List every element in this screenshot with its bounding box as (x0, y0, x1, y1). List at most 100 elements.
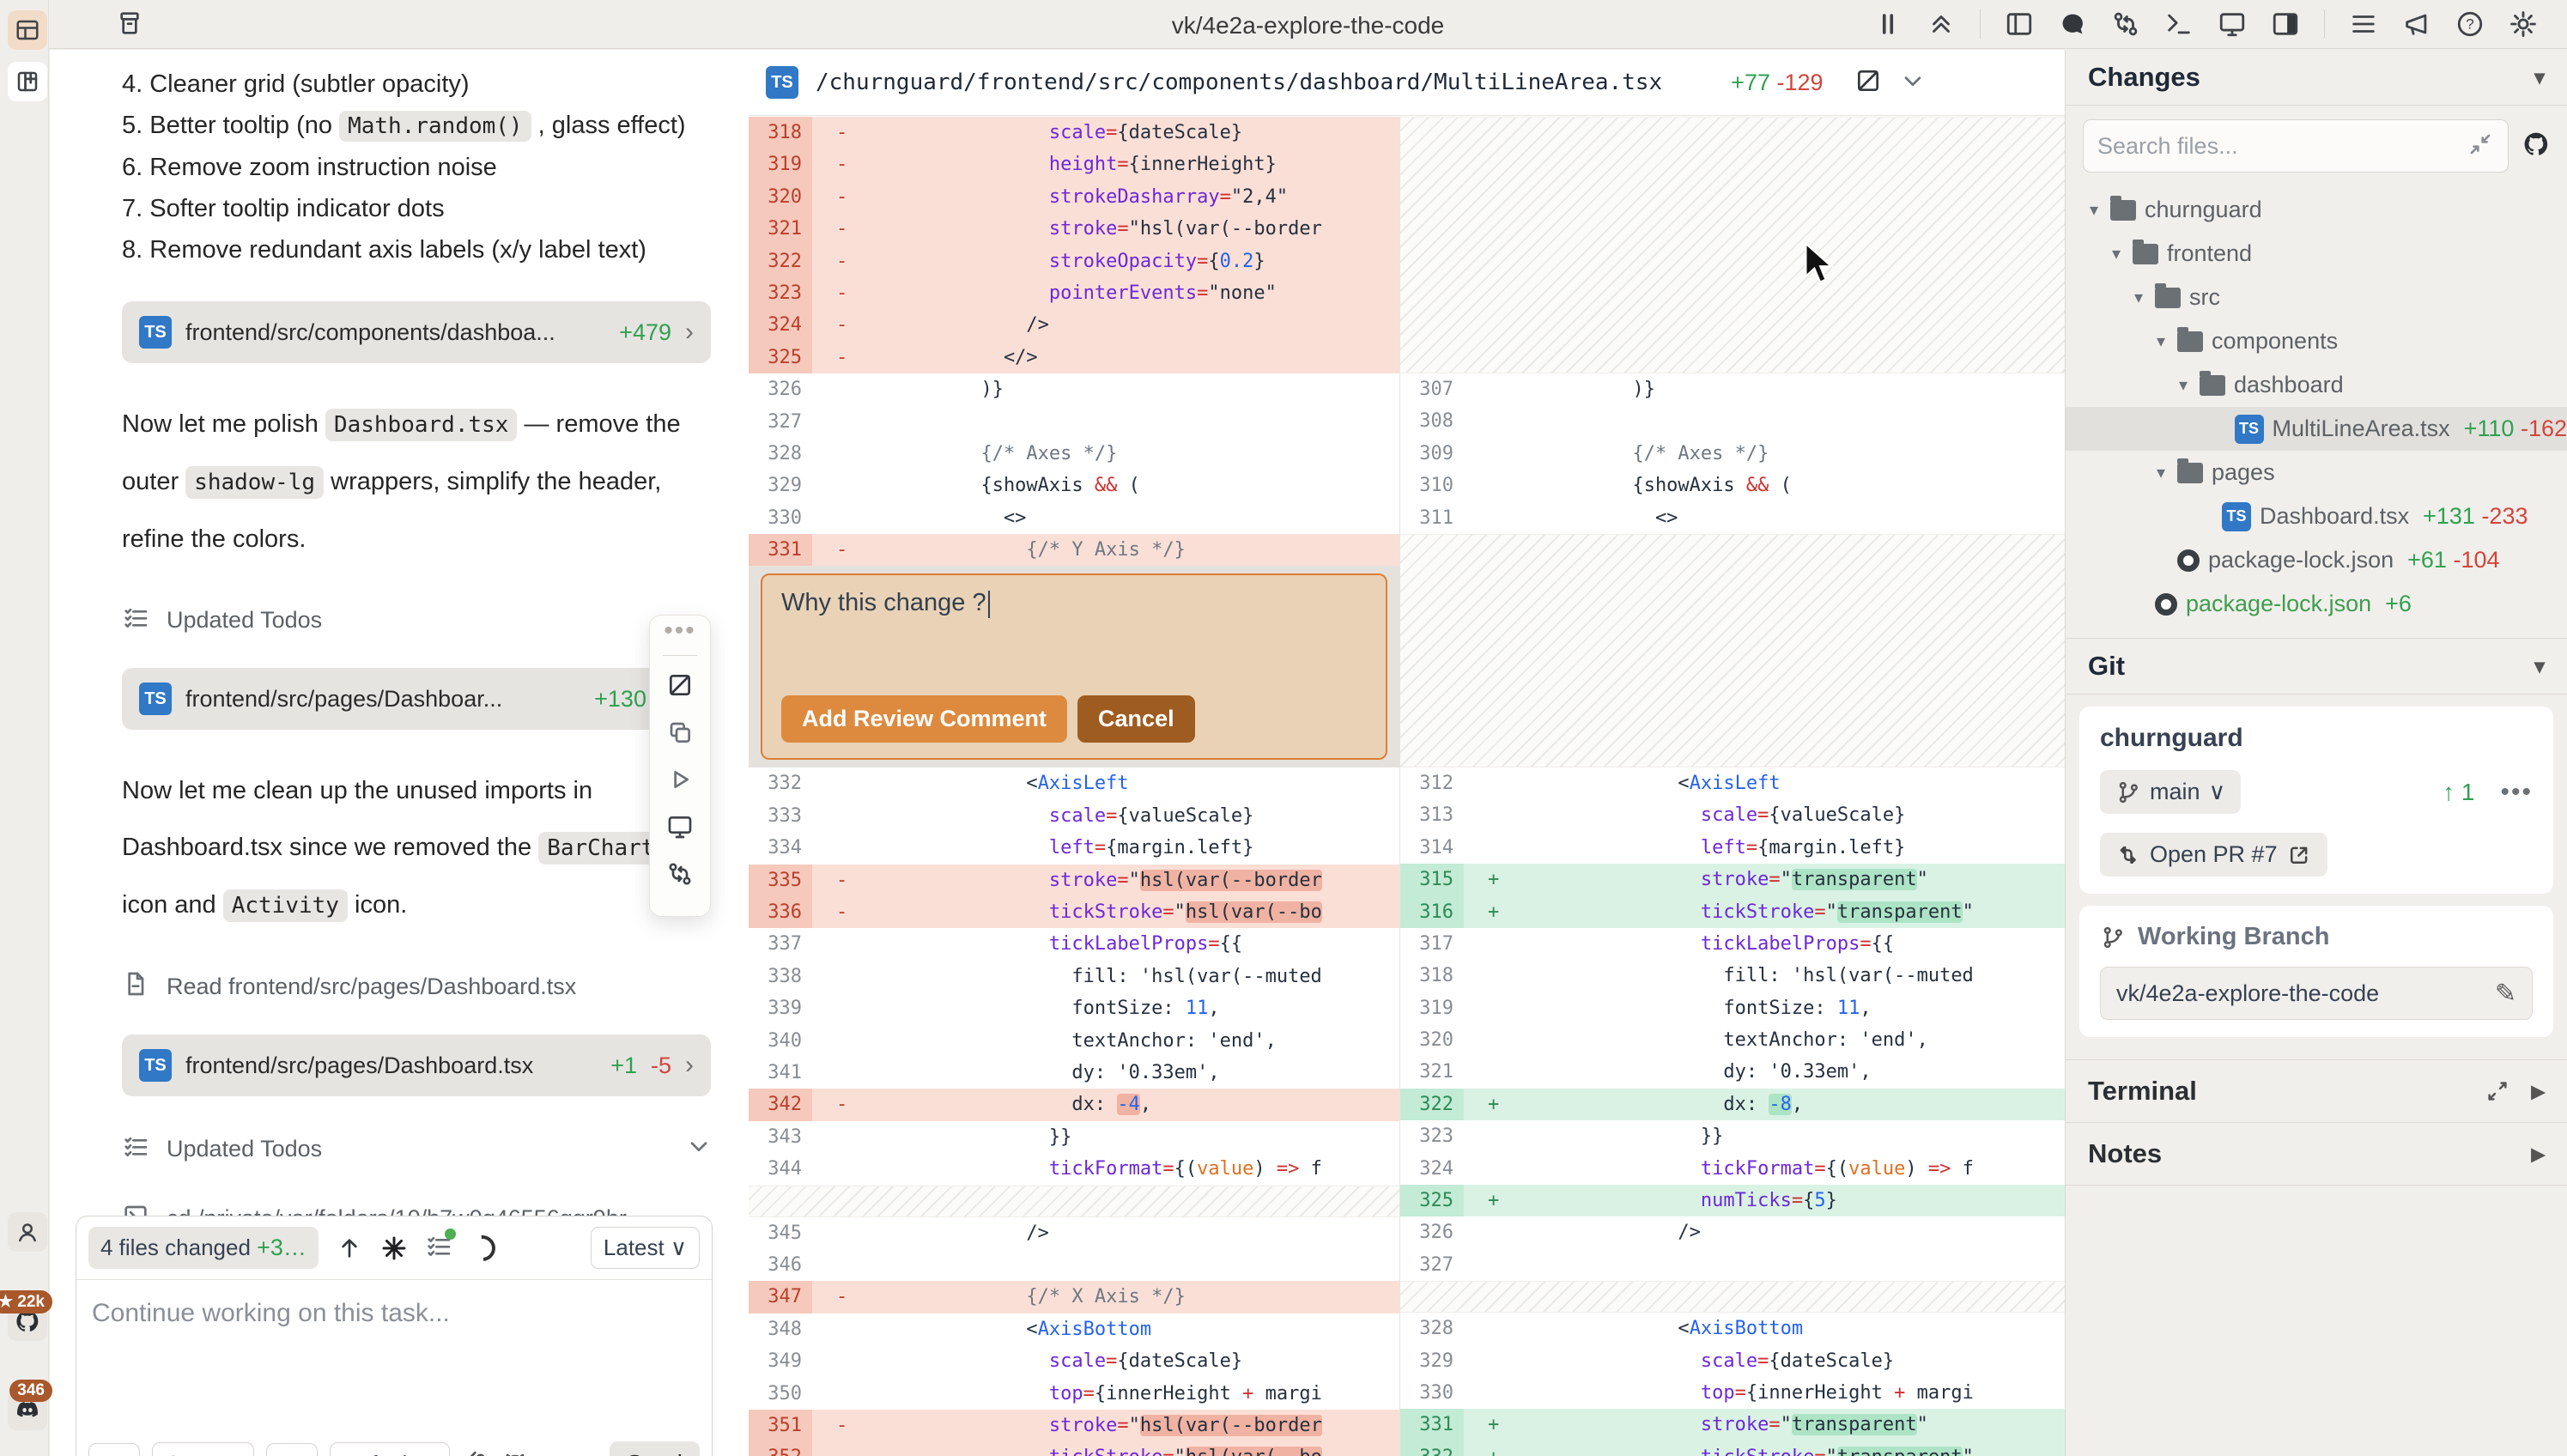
diff-row[interactable]: 324- /> (749, 309, 1399, 341)
diff-row[interactable]: 326 )} (749, 373, 1399, 405)
diff-display-toggle[interactable] (1854, 67, 1882, 99)
menu-button[interactable] (2349, 9, 2378, 39)
diff-row[interactable]: 308 (1400, 405, 2065, 437)
git-section-header[interactable]: Git ▾ (2066, 638, 2567, 694)
collapse-diff-button[interactable] (1899, 67, 1927, 99)
collapse-all-icon[interactable] (2467, 130, 2494, 162)
tree-file-package-lock.json[interactable]: package-lock.json+61 -104 (2066, 538, 2567, 582)
tree-folder-churnguard[interactable]: ▾churnguard (2066, 188, 2567, 232)
diff-row[interactable]: 328 <AxisBottom (1400, 1313, 2065, 1344)
rail-tab-layout[interactable] (8, 10, 47, 50)
diff-row[interactable]: 318- scale={dateScale} (749, 117, 1399, 149)
diff-row[interactable]: 344 tickFormat={(value) => f (749, 1153, 1399, 1185)
diff-row[interactable]: 326 /> (1400, 1216, 2065, 1248)
skip-button[interactable] (266, 1443, 318, 1456)
todos-icon[interactable] (425, 1232, 452, 1264)
diff-row[interactable]: 348 <AxisBottom (749, 1313, 1399, 1345)
chat-bubble-button[interactable] (2058, 9, 2087, 39)
diff-row[interactable]: 341 dy: '0.33em', (749, 1057, 1399, 1089)
mode-dropdown[interactable]: Default ∨ (330, 1442, 449, 1456)
search-input[interactable] (2097, 133, 2467, 160)
burst-icon[interactable] (380, 1235, 408, 1262)
git-more-button[interactable]: ••• (2500, 778, 2533, 807)
terminal-button[interactable] (2164, 9, 2194, 39)
add-review-comment-button[interactable]: Add Review Comment (781, 695, 1067, 743)
attach-button[interactable] (462, 1448, 489, 1456)
diff-row[interactable]: 328 {/* Axes */} (749, 438, 1399, 470)
file-change-chip[interactable]: TS frontend/src/pages/Dashboard.tsx +1-5… (122, 1034, 711, 1096)
diff-row[interactable]: 327 (749, 406, 1399, 438)
rail-account-button[interactable] (8, 1212, 47, 1252)
diff-row[interactable]: 323- pointerEvents="none" (749, 277, 1399, 309)
tree-folder-frontend[interactable]: ▾frontend (2066, 232, 2567, 276)
tree-file-Dashboard.tsx[interactable]: TSDashboard.tsx+131 -233 (2066, 494, 2567, 538)
github-connect-button[interactable] (501, 1448, 529, 1456)
panel-left-button[interactable] (2005, 9, 2034, 39)
diff-row[interactable]: 321- stroke="hsl(var(--border (749, 213, 1399, 245)
tree-folder-components[interactable]: ▾components (2066, 319, 2567, 363)
diff-pane-old[interactable]: 318- scale={dateScale}319- height={inner… (749, 117, 1399, 1456)
send-button[interactable]: Send (610, 1441, 700, 1456)
diff-row[interactable]: 346 (749, 1249, 1399, 1281)
diff-row[interactable]: 330 top={innerHeight + margi (1400, 1377, 2065, 1409)
copy-icon[interactable] (666, 719, 694, 750)
diff-row[interactable]: 318 fill: 'hsl(var(--muted (1400, 960, 2065, 992)
diff-row[interactable]: 315+ stroke="transparent" (1400, 864, 2065, 895)
diff-row[interactable]: 320- strokeDasharray="2,4" (749, 181, 1399, 213)
diff-row[interactable]: 329 scale={dateScale} (1400, 1345, 2065, 1377)
diff-row[interactable]: 313 scale={valueScale} (1400, 799, 2065, 831)
diff-row[interactable]: 338 fill: 'hsl(var(--muted (749, 961, 1399, 992)
settings-sliders-button[interactable] (88, 1443, 140, 1456)
diff-row[interactable]: 337 tickLabelProps={{ (749, 928, 1399, 960)
edit-branch-icon[interactable]: ✎ (2495, 979, 2516, 1009)
github-cat-icon[interactable] (2522, 130, 2550, 162)
diff-row[interactable]: 350 top={innerHeight + margi (749, 1378, 1399, 1410)
tree-file-MultiLineArea.tsx[interactable]: TSMultiLineArea.tsx+110 -162 (2066, 407, 2567, 451)
files-changed-chip[interactable]: 4 files changed +3… (88, 1227, 319, 1269)
notes-section-header[interactable]: Notes ▸ (2066, 1123, 2567, 1185)
diff-row[interactable]: 312 <AxisLeft (1400, 767, 2065, 799)
diff-row[interactable]: 311 <> (1400, 502, 2065, 534)
tool-action-row[interactable]: Read frontend/src/pages/Dashboard.tsx (122, 970, 726, 1004)
diff-row[interactable]: 321 dy: '0.33em', (1400, 1056, 2065, 1088)
play-icon[interactable] (666, 766, 694, 798)
diff-pane-new[interactable]: 307 )}308309 {/* Axes */}310 {showAxis &… (1399, 117, 2065, 1456)
tree-folder-pages[interactable]: ▾pages (2066, 451, 2567, 494)
scroll-up-icon[interactable] (336, 1235, 363, 1262)
pause-button[interactable] (1873, 9, 1902, 39)
file-change-chip[interactable]: TS frontend/src/pages/Dashboar... +130-2… (122, 668, 711, 730)
diff-row[interactable]: 327 (1400, 1249, 2065, 1281)
tree-file-package-lock.json[interactable]: package-lock.json+6 (2066, 582, 2567, 626)
diff-row[interactable]: 351- stroke="hsl(var(--border (749, 1410, 1399, 1441)
diff-row[interactable]: 339 fontSize: 11, (749, 992, 1399, 1024)
cancel-comment-button[interactable]: Cancel (1077, 695, 1195, 743)
diff-row[interactable]: 352- tickStroke="hsl(var(--bo (749, 1441, 1399, 1456)
rail-discord-button[interactable]: 346 (8, 1391, 47, 1430)
diff-row[interactable]: 307 )} (1400, 373, 2065, 405)
git-compare-button[interactable] (2111, 9, 2140, 39)
file-change-chip[interactable]: TS frontend/src/components/dashboa... +4… (122, 301, 711, 363)
open-pr-button[interactable]: Open PR #7 (2100, 833, 2327, 877)
diff-row[interactable]: 336- tickStroke="hsl(var(--bo (749, 896, 1399, 928)
diff-row[interactable]: 342- dx: -4, (749, 1089, 1399, 1120)
diff-row[interactable]: 325+ numTicks={5} (1400, 1185, 2065, 1216)
diff-row[interactable]: 319 fontSize: 11, (1400, 992, 2065, 1024)
diff-row[interactable]: 330 <> (749, 502, 1399, 534)
diff-row[interactable]: 335- stroke="hsl(var(--border (749, 864, 1399, 896)
latest-dropdown[interactable]: Latest ∨ (591, 1227, 700, 1269)
diff-row[interactable]: 332+ tickStroke="transparent" (1400, 1441, 2065, 1456)
message-input[interactable]: Continue working on this task... (76, 1280, 712, 1328)
model-dropdown[interactable]: Opus ∨ (152, 1442, 254, 1456)
monitor-icon[interactable] (666, 813, 694, 845)
diff-row[interactable]: 316+ tickStroke="transparent" (1400, 896, 2065, 928)
tree-folder-src[interactable]: ▾src (2066, 276, 2567, 319)
megaphone-button[interactable] (2402, 9, 2431, 39)
diff-row[interactable]: 343 }} (749, 1121, 1399, 1153)
diff-row[interactable]: 334 left={margin.left} (749, 832, 1399, 864)
diff-row[interactable]: 331+ stroke="transparent" (1400, 1409, 2065, 1441)
diff-row[interactable]: 322- strokeOpacity={0.2} (749, 246, 1399, 277)
terminal-section-header[interactable]: Terminal ▸ (2066, 1060, 2567, 1122)
tool-action-row[interactable]: Updated Todos (122, 604, 726, 637)
comment-input[interactable]: Why this change ? (781, 589, 986, 616)
diff-row[interactable]: 329 {showAxis && ( (749, 470, 1399, 501)
